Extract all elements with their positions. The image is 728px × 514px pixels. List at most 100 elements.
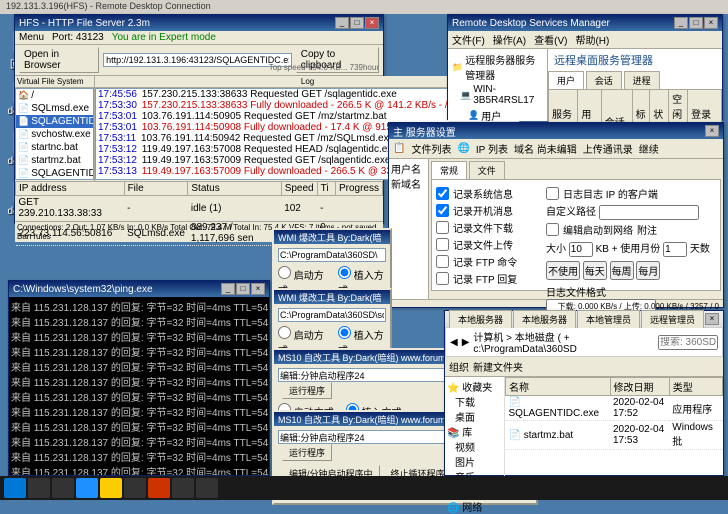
path-input[interactable] bbox=[278, 308, 386, 322]
vfs-item-selected[interactable]: 📄 SQLAGENTIDC.exe bbox=[16, 115, 93, 128]
menu-help[interactable]: 帮助(H) bbox=[575, 32, 609, 47]
tb-continue[interactable]: 继续 bbox=[639, 141, 659, 156]
check-ipclient[interactable] bbox=[546, 187, 559, 200]
task-item[interactable] bbox=[172, 478, 194, 498]
organize-button[interactable]: 组织 bbox=[449, 359, 469, 374]
tree-server[interactable]: 💻 WIN-3B5R4RSL17 bbox=[450, 83, 545, 107]
tb-iplist[interactable]: IP 列表 bbox=[476, 141, 508, 156]
nav-item[interactable]: ⭐ 收藏夹 bbox=[447, 379, 502, 394]
task-item[interactable] bbox=[52, 478, 74, 498]
task-item[interactable] bbox=[100, 478, 122, 498]
check-netboot[interactable] bbox=[546, 223, 559, 236]
tab-processes[interactable]: 进程 bbox=[624, 71, 660, 89]
custom-path-input[interactable] bbox=[599, 205, 699, 220]
close-icon[interactable]: × bbox=[704, 17, 718, 29]
start-button[interactable] bbox=[4, 478, 26, 498]
minimize-icon[interactable]: _ bbox=[221, 283, 235, 295]
hfs-menubar[interactable]: Menu Port: 43123 You are in Expert mode bbox=[15, 31, 383, 45]
rdsm-titlebar[interactable]: Remote Desktop Services Manager _□× bbox=[448, 15, 722, 31]
menu-item[interactable]: Menu bbox=[19, 32, 44, 43]
newfolder-button[interactable]: 新建文件夹 bbox=[473, 359, 523, 374]
nav-item[interactable]: 视频 bbox=[447, 439, 502, 454]
close-icon[interactable]: × bbox=[705, 313, 719, 325]
col-speed[interactable]: Speed bbox=[281, 182, 317, 196]
check-boot[interactable] bbox=[436, 204, 449, 217]
table-row[interactable]: GET 239.210.133.38:33-idle (1)102- bbox=[16, 196, 383, 221]
task-item[interactable] bbox=[124, 478, 146, 498]
task-item[interactable] bbox=[148, 478, 170, 498]
btn-none[interactable]: 不使用 bbox=[546, 261, 580, 280]
vfs-item[interactable]: 📄 SQLAGENTIDC.exe bbox=[16, 167, 93, 180]
col-file[interactable]: File bbox=[124, 182, 188, 196]
maximize-icon[interactable]: □ bbox=[689, 17, 703, 29]
vfs-item[interactable]: 🏠 / bbox=[16, 89, 93, 102]
check-sysinfo[interactable] bbox=[436, 187, 449, 200]
run-button[interactable]: 运行程序 bbox=[282, 444, 332, 461]
tb-filelist[interactable]: 文件列表 bbox=[411, 141, 451, 156]
vfs-item[interactable]: 📄 startnc.bat bbox=[16, 141, 93, 154]
vfs-item[interactable]: 📄 SQLmsd.exe bbox=[16, 102, 93, 115]
tab-admin1[interactable]: 本地管理员 bbox=[577, 310, 640, 328]
col-time[interactable]: Ti bbox=[317, 182, 335, 196]
tab-sessions[interactable]: 会话 bbox=[586, 71, 622, 89]
menu-file[interactable]: 文件(F) bbox=[452, 32, 485, 47]
menu-action[interactable]: 操作(A) bbox=[493, 32, 526, 47]
check-ftpreply[interactable] bbox=[436, 272, 449, 285]
check-ftpcmd[interactable] bbox=[436, 255, 449, 268]
check-upload[interactable] bbox=[436, 238, 449, 251]
task-item[interactable] bbox=[196, 478, 218, 498]
col-ip[interactable]: IP address bbox=[16, 182, 125, 196]
btn-week[interactable]: 每周 bbox=[610, 261, 634, 280]
dialog-title[interactable]: WMI 爆改工具 By:Dark(暗组) bbox=[274, 290, 390, 304]
tab-files[interactable]: 文件 bbox=[469, 161, 505, 179]
task-item[interactable] bbox=[28, 478, 50, 498]
run-button[interactable]: 运行程序 bbox=[282, 382, 332, 399]
col-status[interactable]: Status bbox=[188, 182, 281, 196]
tab-local2[interactable]: 本地服务器 bbox=[513, 310, 576, 328]
tab-local1[interactable]: 本地服务器 bbox=[449, 310, 512, 328]
btn-day[interactable]: 每天 bbox=[583, 261, 607, 280]
minimize-icon[interactable]: _ bbox=[674, 17, 688, 29]
minimize-icon[interactable]: _ bbox=[335, 17, 349, 29]
file-row[interactable]: 📄 SQLAGENTIDC.exe2020-02-04 17:52应用程序 bbox=[506, 396, 723, 421]
hfs-titlebar[interactable]: HFS - HTTP File Server 2.3m _ □ × bbox=[15, 15, 383, 31]
menu-view[interactable]: 查看(V) bbox=[534, 32, 567, 47]
vfs-item[interactable]: 📄 startmz.bat bbox=[16, 154, 93, 167]
tb-upload[interactable]: 上传通讯录 bbox=[583, 141, 633, 156]
nav-item[interactable]: 下载 bbox=[447, 394, 502, 409]
col-name[interactable]: 名称 bbox=[506, 378, 611, 396]
address-bar[interactable]: 计算机 > 本地磁盘 ( + c:\ProgramData\360SD bbox=[473, 329, 654, 355]
tab-general[interactable]: 常规 bbox=[431, 161, 467, 179]
close-icon[interactable]: × bbox=[365, 17, 379, 29]
close-icon[interactable]: × bbox=[251, 283, 265, 295]
col-progress[interactable]: Progress bbox=[335, 182, 382, 196]
close-icon[interactable]: × bbox=[705, 125, 719, 137]
terminal-body[interactable]: 来自 115.231.128.137 的回复: 字节=32 时间=4ms TTL… bbox=[9, 297, 269, 475]
path-input[interactable] bbox=[278, 248, 386, 262]
forward-icon[interactable]: ▶ bbox=[462, 337, 470, 348]
side-item[interactable]: 新域名 bbox=[391, 176, 426, 191]
back-icon[interactable]: ◀ bbox=[450, 337, 458, 348]
tab-users[interactable]: 用户 bbox=[548, 71, 584, 89]
side-item[interactable]: 用户名 bbox=[391, 161, 426, 176]
host-editor-titlebar[interactable]: 主 服务器设置 × bbox=[389, 123, 723, 139]
open-browser-button[interactable]: Open in Browser bbox=[19, 47, 99, 73]
tab-admin2[interactable]: 远程管理员 bbox=[641, 310, 704, 328]
url-input[interactable] bbox=[103, 53, 292, 67]
maximize-icon[interactable]: □ bbox=[350, 17, 364, 29]
dialog-title[interactable]: WMI 爆改工具 By:Dark(暗组) bbox=[274, 230, 390, 244]
file-row[interactable]: 📄 startmz.bat2020-02-04 17:53Windows 批 bbox=[506, 421, 723, 450]
nav-item[interactable]: 🌐 网络 bbox=[447, 499, 502, 514]
taskbar[interactable] bbox=[0, 476, 728, 500]
port-label[interactable]: Port: 43123 bbox=[52, 32, 104, 43]
col-type[interactable]: 类型 bbox=[669, 378, 722, 396]
check-download[interactable] bbox=[436, 221, 449, 234]
nav-item[interactable]: 图片 bbox=[447, 454, 502, 469]
month-input[interactable] bbox=[663, 242, 687, 257]
search-input[interactable] bbox=[658, 335, 718, 350]
task-item[interactable] bbox=[76, 478, 98, 498]
btn-month[interactable]: 每月 bbox=[636, 261, 660, 280]
maximize-icon[interactable]: □ bbox=[236, 283, 250, 295]
nav-item[interactable]: 📚 库 bbox=[447, 424, 502, 439]
vfs-item[interactable]: 📄 svchostw.exe bbox=[16, 128, 93, 141]
